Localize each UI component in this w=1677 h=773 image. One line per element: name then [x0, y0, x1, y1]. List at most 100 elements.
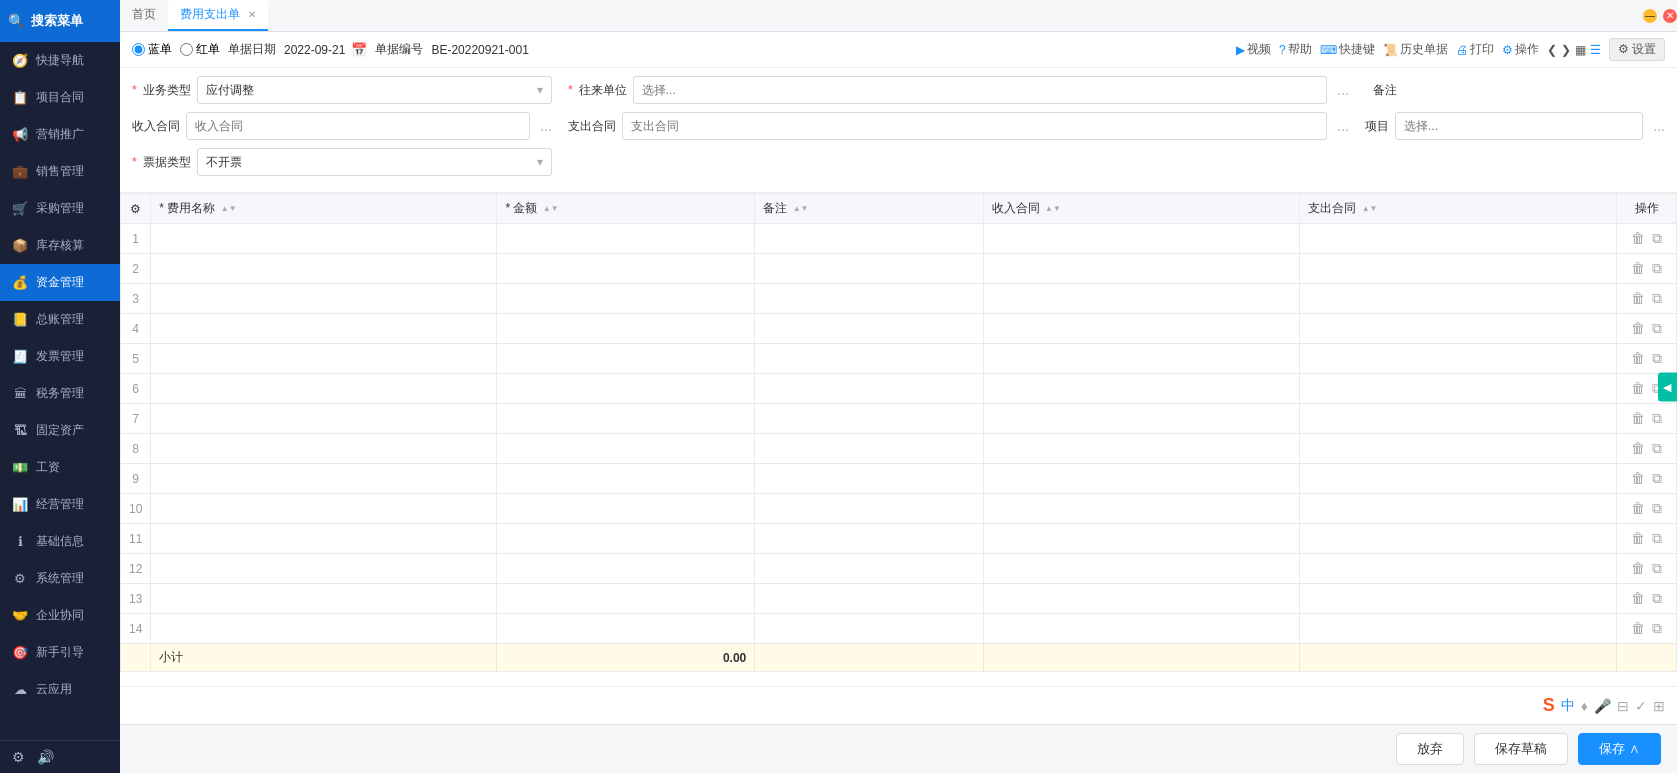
- tab-close-expense-bill[interactable]: ✕: [248, 9, 256, 20]
- amount-cell[interactable]: [497, 494, 755, 524]
- minimize-button[interactable]: —: [1643, 9, 1657, 23]
- expense-contract-cell[interactable]: [1300, 584, 1617, 614]
- expense-name-cell[interactable]: [151, 404, 497, 434]
- expense-contract-cell[interactable]: [1300, 224, 1617, 254]
- sort-icon-amount[interactable]: ▲▼: [543, 204, 559, 213]
- delete-row-button[interactable]: 🗑: [1629, 318, 1647, 338]
- expense-contract-cell[interactable]: [1300, 434, 1617, 464]
- income-contract-cell[interactable]: [983, 524, 1300, 554]
- memo-cell[interactable]: [755, 554, 983, 584]
- memo-cell[interactable]: [755, 374, 983, 404]
- amount-cell[interactable]: [497, 434, 755, 464]
- date-value[interactable]: 2022-09-21: [284, 43, 345, 57]
- delete-row-button[interactable]: 🗑: [1629, 258, 1647, 278]
- memo-cell[interactable]: [755, 344, 983, 374]
- memo-cell[interactable]: [755, 434, 983, 464]
- copy-row-button[interactable]: ⧉: [1650, 528, 1664, 549]
- brand-icon-5[interactable]: ✓: [1635, 698, 1647, 714]
- brand-icon-2[interactable]: ♦: [1581, 698, 1588, 714]
- sidebar-item-tax-mgmt[interactable]: 🏛税务管理: [0, 375, 120, 412]
- copy-row-button[interactable]: ⧉: [1650, 498, 1664, 519]
- expense-contract-dots[interactable]: ...: [1337, 118, 1349, 134]
- blue-bill-radio[interactable]: [132, 43, 145, 56]
- sort-icon-income[interactable]: ▲▼: [1045, 204, 1061, 213]
- expense-name-cell[interactable]: [151, 224, 497, 254]
- sidebar-item-sales-mgmt[interactable]: 💼销售管理: [0, 153, 120, 190]
- business-type-select[interactable]: 应付调整 ▾: [197, 76, 552, 104]
- copy-row-button[interactable]: ⧉: [1650, 468, 1664, 489]
- income-contract-cell[interactable]: [983, 344, 1300, 374]
- expense-name-cell[interactable]: [151, 554, 497, 584]
- delete-row-button[interactable]: 🗑: [1629, 528, 1647, 548]
- brand-icon-4[interactable]: ⊟: [1617, 698, 1629, 714]
- delete-row-button[interactable]: 🗑: [1629, 468, 1647, 488]
- delete-row-button[interactable]: 🗑: [1629, 558, 1647, 578]
- expense-contract-cell[interactable]: [1300, 614, 1617, 644]
- income-contract-cell[interactable]: [983, 614, 1300, 644]
- sidebar-item-new-guide[interactable]: 🎯新手引导: [0, 634, 120, 671]
- amount-cell[interactable]: [497, 314, 755, 344]
- save-button[interactable]: 保存 ∧: [1578, 733, 1661, 765]
- sidebar-item-marketing[interactable]: 📢营销推广: [0, 116, 120, 153]
- income-contract-dots[interactable]: ...: [540, 118, 552, 134]
- sidebar-item-quick-nav[interactable]: 🧭快捷导航: [0, 42, 120, 79]
- expense-contract-cell[interactable]: [1300, 524, 1617, 554]
- income-contract-input[interactable]: [186, 112, 530, 140]
- delete-row-button[interactable]: 🗑: [1629, 408, 1647, 428]
- discard-button[interactable]: 放弃: [1396, 733, 1464, 765]
- delete-row-button[interactable]: 🗑: [1629, 438, 1647, 458]
- nav-next-button[interactable]: ❯: [1561, 43, 1571, 57]
- copy-row-button[interactable]: ⧉: [1650, 348, 1664, 369]
- amount-cell[interactable]: [497, 404, 755, 434]
- sidebar-item-salary[interactable]: 💵工资: [0, 449, 120, 486]
- sidebar-item-purchase-mgmt[interactable]: 🛒采购管理: [0, 190, 120, 227]
- copy-row-button[interactable]: ⧉: [1650, 438, 1664, 459]
- income-contract-cell[interactable]: [983, 584, 1300, 614]
- amount-cell[interactable]: [497, 464, 755, 494]
- expense-name-cell[interactable]: [151, 374, 497, 404]
- partner-input[interactable]: [633, 76, 1328, 104]
- project-input[interactable]: [1395, 112, 1643, 140]
- toolbar-action-operation[interactable]: ⚙ 操作: [1502, 41, 1539, 58]
- sort-icon-expense[interactable]: ▲▼: [1362, 204, 1378, 213]
- copy-row-button[interactable]: ⧉: [1650, 318, 1664, 339]
- red-bill-label[interactable]: 红单: [180, 41, 220, 58]
- sidebar-item-system-mgmt[interactable]: ⚙系统管理: [0, 560, 120, 597]
- copy-row-button[interactable]: ⧉: [1650, 288, 1664, 309]
- memo-cell[interactable]: [755, 224, 983, 254]
- partner-dots[interactable]: ...: [1337, 82, 1349, 98]
- toolbar-action-print[interactable]: 🖨 打印: [1456, 41, 1494, 58]
- expense-name-cell[interactable]: [151, 524, 497, 554]
- expense-name-cell[interactable]: [151, 494, 497, 524]
- memo-cell[interactable]: [755, 494, 983, 524]
- sidebar-item-basic-info[interactable]: ℹ基础信息: [0, 523, 120, 560]
- memo-cell[interactable]: [755, 404, 983, 434]
- amount-cell[interactable]: [497, 254, 755, 284]
- expense-contract-cell[interactable]: [1300, 344, 1617, 374]
- view-grid-button[interactable]: ▦: [1575, 43, 1586, 57]
- expense-contract-input[interactable]: [622, 112, 1327, 140]
- expense-contract-cell[interactable]: [1300, 284, 1617, 314]
- copy-row-button[interactable]: ⧉: [1650, 558, 1664, 579]
- expense-name-cell[interactable]: [151, 584, 497, 614]
- delete-row-button[interactable]: 🗑: [1629, 498, 1647, 518]
- income-contract-cell[interactable]: [983, 314, 1300, 344]
- delete-row-button[interactable]: 🗑: [1629, 348, 1647, 368]
- income-contract-cell[interactable]: [983, 464, 1300, 494]
- amount-cell[interactable]: [497, 374, 755, 404]
- amount-cell[interactable]: [497, 344, 755, 374]
- sidebar-item-ledger-mgmt[interactable]: 📒总账管理: [0, 301, 120, 338]
- expense-name-cell[interactable]: [151, 434, 497, 464]
- expense-contract-cell[interactable]: [1300, 404, 1617, 434]
- amount-cell[interactable]: [497, 584, 755, 614]
- view-list-button[interactable]: ☰: [1590, 43, 1601, 57]
- copy-row-button[interactable]: ⧉: [1650, 618, 1664, 639]
- sidebar-item-capital-mgmt[interactable]: 💰资金管理: [0, 264, 120, 301]
- memo-cell[interactable]: [755, 254, 983, 284]
- income-contract-cell[interactable]: [983, 224, 1300, 254]
- nav-prev-button[interactable]: ❮: [1547, 43, 1557, 57]
- red-bill-radio[interactable]: [180, 43, 193, 56]
- save-draft-button[interactable]: 保存草稿: [1474, 733, 1568, 765]
- income-contract-cell[interactable]: [983, 554, 1300, 584]
- calendar-icon[interactable]: 📅: [351, 42, 367, 57]
